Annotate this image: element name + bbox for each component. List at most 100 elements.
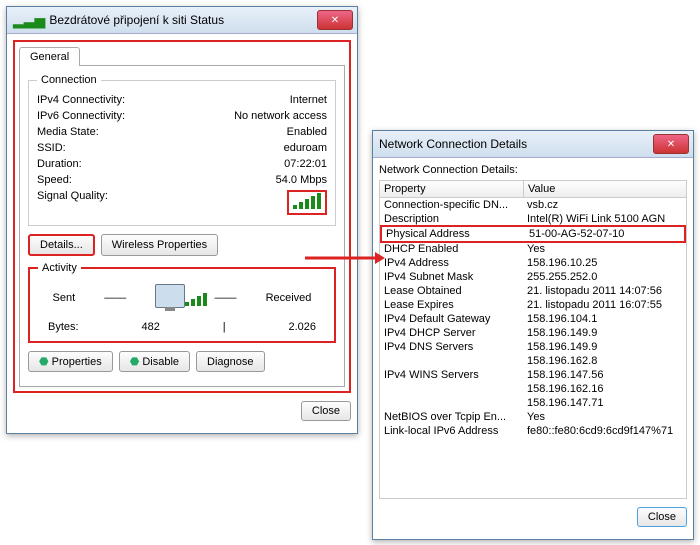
table-row[interactable]: Lease Expires21. listopadu 2011 16:07:55 — [380, 298, 686, 312]
speed-label: Speed: — [37, 174, 72, 186]
connection-legend: Connection — [37, 74, 101, 86]
received-label: Received — [266, 292, 312, 304]
col-value[interactable]: Value — [524, 181, 686, 197]
bytes-label: Bytes: — [48, 321, 79, 333]
value-cell: 158.196.149.9 — [523, 327, 686, 339]
property-cell: Lease Expires — [380, 299, 523, 311]
table-row[interactable]: 158.196.147.71 — [380, 396, 686, 410]
table-row[interactable]: IPv4 Subnet Mask255.255.252.0 — [380, 270, 686, 284]
sent-label: Sent — [53, 292, 76, 304]
disable-button[interactable]: ⬣Disable — [119, 351, 190, 372]
property-cell — [380, 355, 523, 367]
signal-bars-icon — [293, 193, 321, 209]
property-cell: Link-local IPv6 Address — [380, 425, 523, 437]
table-row[interactable]: IPv4 WINS Servers158.196.147.56 — [380, 368, 686, 382]
value-cell: fe80::fe80:6cd9:6cd9f147%71 — [523, 425, 686, 437]
value-cell: 51-00-AG-52-07-10 — [525, 228, 684, 240]
col-property[interactable]: Property — [380, 181, 524, 197]
signal-mini-icon — [185, 296, 207, 306]
window-title: Network Connection Details — [379, 137, 649, 151]
property-cell — [380, 397, 523, 409]
media-label: Media State: — [37, 126, 99, 138]
ssid-value: eduroam — [284, 142, 327, 154]
signal-label: Signal Quality: — [37, 190, 108, 215]
property-cell: IPv4 DHCP Server — [380, 327, 523, 339]
property-cell: IPv4 WINS Servers — [380, 369, 523, 381]
property-cell: Connection-specific DN... — [380, 199, 523, 211]
duration-value: 07:22:01 — [284, 158, 327, 170]
value-cell: Yes — [523, 411, 686, 423]
table-row[interactable]: Physical Address51-00-AG-52-07-10 — [380, 225, 686, 243]
table-row[interactable]: IPv4 Default Gateway158.196.104.1 — [380, 312, 686, 326]
connection-details-window: Network Connection Details ✕ Network Con… — [372, 130, 694, 540]
wifi-icon: ▂▃▅ — [13, 12, 45, 29]
value-cell: 255.255.252.0 — [523, 271, 686, 283]
value-cell: Yes — [523, 243, 686, 255]
details-button[interactable]: Details... — [28, 234, 95, 256]
ipv6-label: IPv6 Connectivity: — [37, 110, 125, 122]
duration-label: Duration: — [37, 158, 82, 170]
table-row[interactable]: Link-local IPv6 Addressfe80::fe80:6cd9:6… — [380, 424, 686, 438]
speed-value: 54.0 Mbps — [276, 174, 327, 186]
monitor-icon — [155, 284, 185, 308]
ipv4-value: Internet — [290, 94, 327, 106]
value-cell: 158.196.162.16 — [523, 383, 686, 395]
property-cell: IPv4 Subnet Mask — [380, 271, 523, 283]
table-row[interactable]: Lease Obtained21. listopadu 2011 14:07:5… — [380, 284, 686, 298]
property-cell: IPv4 Default Gateway — [380, 313, 523, 325]
shield-icon: ⬣ — [39, 355, 49, 368]
property-cell: Physical Address — [382, 228, 525, 240]
titlebar: Network Connection Details ✕ — [373, 131, 693, 158]
value-cell: 158.196.147.71 — [523, 397, 686, 409]
value-cell: 158.196.162.8 — [523, 355, 686, 367]
divider: —— — [104, 292, 126, 304]
divider: —— — [214, 292, 236, 304]
diagnose-button[interactable]: Diagnose — [196, 351, 264, 372]
property-cell: Lease Obtained — [380, 285, 523, 297]
tab-panel: Connection IPv4 Connectivity: Internet IP… — [19, 65, 345, 387]
value-cell: Intel(R) WiFi Link 5100 AGN — [523, 213, 686, 225]
property-cell: IPv4 DNS Servers — [380, 341, 523, 353]
titlebar: ▂▃▅ Bezdrátové připojení k siti Status ✕ — [7, 7, 357, 34]
connection-group: Connection IPv4 Connectivity: Internet IP… — [28, 74, 336, 226]
window-title: Bezdrátové připojení k siti Status — [49, 13, 313, 27]
value-cell: 158.196.104.1 — [523, 313, 686, 325]
close-button[interactable]: Close — [637, 507, 687, 527]
close-icon[interactable]: ✕ — [653, 134, 689, 154]
wireless-properties-button[interactable]: Wireless Properties — [101, 234, 218, 256]
table-row[interactable]: DHCP EnabledYes — [380, 242, 686, 256]
table-row[interactable]: IPv4 Address158.196.10.25 — [380, 256, 686, 270]
ipv6-value: No network access — [234, 110, 327, 122]
bytes-received: 2.026 — [288, 321, 316, 333]
tab-general[interactable]: General — [19, 47, 80, 66]
bytes-divider: | — [223, 321, 226, 333]
value-cell: 158.196.10.25 — [523, 257, 686, 269]
bytes-sent: 482 — [141, 321, 159, 333]
property-cell: NetBIOS over Tcpip En... — [380, 411, 523, 423]
shield-icon: ⬣ — [130, 355, 140, 368]
ipv4-label: IPv4 Connectivity: — [37, 94, 125, 106]
value-cell: vsb.cz — [523, 199, 686, 211]
value-cell: 158.196.147.56 — [523, 369, 686, 381]
activity-group: Activity Sent —— —— Received Bytes: 482 … — [28, 262, 336, 343]
property-cell: DHCP Enabled — [380, 243, 523, 255]
close-button[interactable]: Close — [301, 401, 351, 421]
activity-legend: Activity — [38, 262, 81, 274]
table-row[interactable]: Connection-specific DN...vsb.cz — [380, 198, 686, 212]
properties-button[interactable]: ⬣Properties — [28, 351, 113, 372]
details-list[interactable]: Connection-specific DN...vsb.czDescripti… — [379, 198, 687, 499]
close-icon[interactable]: ✕ — [317, 10, 353, 30]
table-row[interactable]: IPv4 DNS Servers158.196.149.9 — [380, 340, 686, 354]
property-cell: Description — [380, 213, 523, 225]
table-row[interactable]: 158.196.162.8 — [380, 354, 686, 368]
value-cell: 21. listopadu 2011 14:07:56 — [523, 285, 686, 297]
table-row[interactable]: 158.196.162.16 — [380, 382, 686, 396]
property-cell — [380, 383, 523, 395]
media-value: Enabled — [287, 126, 327, 138]
value-cell: 21. listopadu 2011 16:07:55 — [523, 299, 686, 311]
table-row[interactable]: NetBIOS over Tcpip En...Yes — [380, 410, 686, 424]
property-cell: IPv4 Address — [380, 257, 523, 269]
table-row[interactable]: IPv4 DHCP Server158.196.149.9 — [380, 326, 686, 340]
wifi-status-window: ▂▃▅ Bezdrátové připojení k siti Status ✕… — [6, 6, 358, 434]
table-row[interactable]: DescriptionIntel(R) WiFi Link 5100 AGN — [380, 212, 686, 226]
